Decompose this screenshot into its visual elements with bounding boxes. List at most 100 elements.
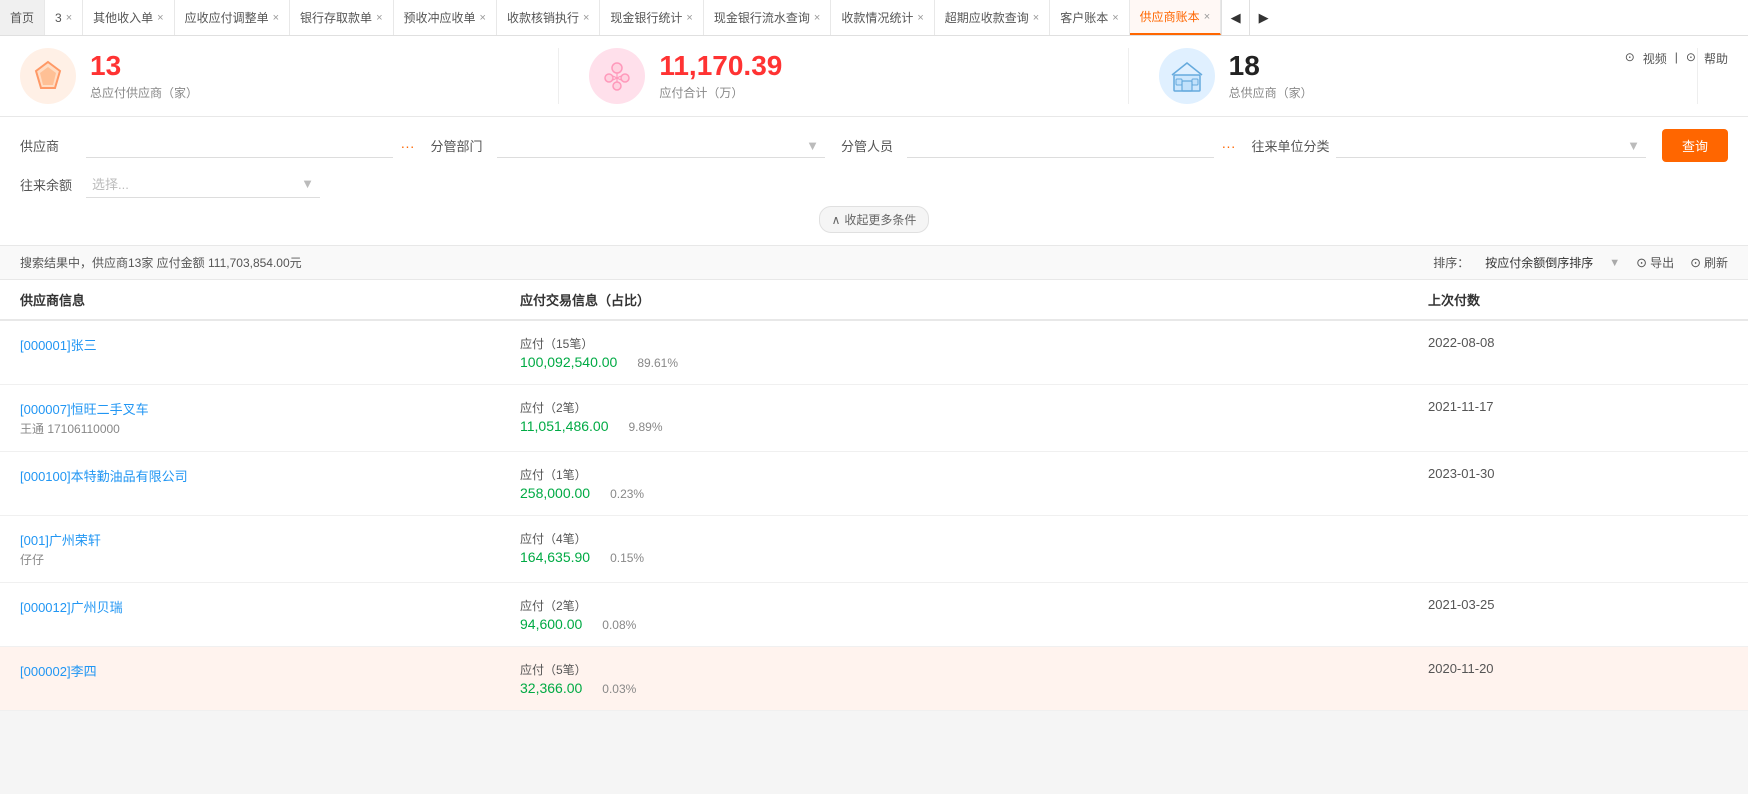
stat-total-suppliers: 18 总供应商（家） <box>1159 48 1698 104</box>
tab-bank-deposit-label: 银行存取款单 <box>300 9 372 26</box>
tab-supplier-account[interactable]: 供应商账本 × <box>1130 0 1221 35</box>
video-link[interactable]: 视频 <box>1643 50 1667 67</box>
top-navigation: 首页 3 × 其他收入单 × 应收应付调整单 × 银行存取款单 × 预收冲应收单… <box>0 0 1748 36</box>
chevron-left-icon: ◀ <box>1231 10 1241 26</box>
tab-adjustment[interactable]: 应收应付调整单 × <box>175 0 290 35</box>
search-button[interactable]: 查询 <box>1662 129 1728 162</box>
export-label: 导出 <box>1650 254 1674 271</box>
close-icon[interactable]: × <box>917 12 923 24</box>
tab-customer-account[interactable]: 客户账本 × <box>1050 0 1129 35</box>
close-icon[interactable]: × <box>273 12 279 24</box>
close-icon[interactable]: × <box>376 12 382 24</box>
person-ellipsis[interactable]: ··· <box>1222 138 1236 154</box>
total-suppliers-number: 18 <box>1229 51 1313 82</box>
tx-label-6: 应付（5笔） <box>520 661 1428 678</box>
tx-amount-2[interactable]: 11,051,486.00 <box>520 418 609 434</box>
close-icon[interactable]: × <box>157 12 163 24</box>
filter-person: 分管人员 ··· <box>841 134 1236 158</box>
close-icon[interactable]: × <box>814 12 820 24</box>
tab-other-income[interactable]: 其他收入单 × <box>83 0 174 35</box>
tx-amount-6[interactable]: 32,366.00 <box>520 680 582 696</box>
balance-select[interactable]: 选择... ▼ <box>86 170 320 198</box>
tx-percent-4: 0.15% <box>610 551 644 565</box>
supplier-name-2[interactable]: [000007]恒旺二手叉车 <box>20 402 149 417</box>
tab-cash-flow[interactable]: 现金银行流水查询 × <box>704 0 831 35</box>
transaction-info-5: 应付（2笔） 94,600.00 0.08% <box>520 597 1428 632</box>
table-row[interactable]: [000100]本特勤油品有限公司 应付（1笔） 258,000.00 0.23… <box>0 452 1748 516</box>
transaction-info-2: 应付（2笔） 11,051,486.00 9.89% <box>520 399 1428 434</box>
department-select[interactable]: ▼ <box>497 134 826 158</box>
tab-collection-stats[interactable]: 收款情况统计 × <box>831 0 934 35</box>
close-icon[interactable]: × <box>583 12 589 24</box>
tab-overdue-query[interactable]: 超期应收款查询 × <box>935 0 1050 35</box>
tab-bank-deposit[interactable]: 银行存取款单 × <box>290 0 393 35</box>
table-row[interactable]: [000001]张三 应付（15笔） 100,092,540.00 89.61%… <box>0 321 1748 385</box>
table-row[interactable]: [001]广州荣轩 仔仔 应付（4笔） 164,635.90 0.15% <box>0 516 1748 583</box>
supplier-info-5: [000012]广州贝瑞 <box>20 597 520 616</box>
filter-area: 供应商 ··· 分管部门 ▼ 分管人员 ··· 往来单位分类 ▼ 查询 <box>0 117 1748 246</box>
result-actions: 排序： 按应付余额倒序排序 ▼ ⊙ 导出 ⊙ 刷新 <box>1433 254 1728 271</box>
grain-icon <box>589 48 645 104</box>
close-icon[interactable]: × <box>686 12 692 24</box>
person-input[interactable] <box>907 134 1214 158</box>
tx-percent-6: 0.03% <box>602 682 636 696</box>
filter-row-1: 供应商 ··· 分管部门 ▼ 分管人员 ··· 往来单位分类 ▼ 查询 <box>20 129 1728 162</box>
help-link[interactable]: 帮助 <box>1704 50 1728 67</box>
sort-value[interactable]: 按应付余额倒序排序 <box>1485 254 1593 271</box>
tx-amount-4[interactable]: 164,635.90 <box>520 549 590 565</box>
tab-cash-bank-stats[interactable]: 现金银行统计 × <box>600 0 703 35</box>
close-icon[interactable]: × <box>1204 11 1210 23</box>
table-row[interactable]: [000002]李四 应付（5笔） 32,366.00 0.03% 2020-1… <box>0 647 1748 711</box>
stat-payable-suppliers: 13 总应付供应商（家） <box>20 48 559 104</box>
refresh-button[interactable]: ⊙ 刷新 <box>1690 254 1728 271</box>
tab-3[interactable]: 3 × <box>45 0 83 35</box>
tab-other-income-label: 其他收入单 <box>93 9 153 26</box>
tab-cash-flow-label: 现金银行流水查询 <box>714 9 810 26</box>
tx-label-3: 应付（1笔） <box>520 466 1428 483</box>
supplier-ellipsis[interactable]: ··· <box>401 138 415 154</box>
transaction-info-4: 应付（4笔） 164,635.90 0.15% <box>520 530 1428 565</box>
nav-prev-arrow[interactable]: ◀ <box>1221 0 1249 35</box>
supplier-name-4[interactable]: [001]广州荣轩 <box>20 533 101 548</box>
tx-amount-1[interactable]: 100,092,540.00 <box>520 354 617 370</box>
total-suppliers-label: 总供应商（家） <box>1229 84 1313 101</box>
separator: | <box>1675 50 1678 67</box>
balance-label: 往来余额 <box>20 175 80 194</box>
tx-amount-5[interactable]: 94,600.00 <box>520 616 582 632</box>
close-icon[interactable]: × <box>66 12 72 24</box>
export-button[interactable]: ⊙ 导出 <box>1636 254 1674 271</box>
tab-collection-exec[interactable]: 收款核销执行 × <box>497 0 600 35</box>
stat-payable-total: 11,170.39 应付合计（万） <box>589 48 1128 104</box>
supplier-input[interactable] <box>86 134 393 158</box>
tab-prepaid[interactable]: 预收冲应收单 × <box>394 0 497 35</box>
supplier-name-5[interactable]: [000012]广州贝瑞 <box>20 600 123 615</box>
close-icon[interactable]: × <box>480 12 486 24</box>
filter-row-2: 往来余额 选择... ▼ <box>20 170 1728 198</box>
refresh-icon: ⊙ <box>1690 255 1701 271</box>
nav-next-arrow[interactable]: ▶ <box>1249 0 1277 35</box>
category-select[interactable]: ▼ <box>1336 134 1646 158</box>
shop-icon <box>1159 48 1215 104</box>
tab-collection-exec-label: 收款核销执行 <box>507 9 579 26</box>
supplier-table: 供应商信息 应付交易信息（占比） 上次付数 [000001]张三 应付（15笔）… <box>0 280 1748 711</box>
tx-label-4: 应付（4笔） <box>520 530 1428 547</box>
collapse-button[interactable]: ∧ 收起更多条件 <box>819 206 930 233</box>
tab-home[interactable]: 首页 <box>0 0 45 35</box>
chevron-down-icon: ▼ <box>806 138 819 153</box>
tx-amount-3[interactable]: 258,000.00 <box>520 485 590 501</box>
close-icon[interactable]: × <box>1033 12 1039 24</box>
close-icon[interactable]: × <box>1112 12 1118 24</box>
tab-collection-stats-label: 收款情况统计 <box>841 9 913 26</box>
supplier-name-3[interactable]: [000100]本特勤油品有限公司 <box>20 469 188 484</box>
tab-overdue-query-label: 超期应收款查询 <box>945 9 1029 26</box>
supplier-name-1[interactable]: [000001]张三 <box>20 338 97 353</box>
tab-home-label: 首页 <box>10 9 34 26</box>
table-row[interactable]: [000012]广州贝瑞 应付（2笔） 94,600.00 0.08% 2021… <box>0 583 1748 647</box>
result-summary: 搜索结果中，供应商13家 应付金额 111,703,854.00元 <box>20 254 302 271</box>
export-icon: ⊙ <box>1636 255 1647 271</box>
last-payment-1: 2022-08-08 <box>1428 335 1728 350</box>
balance-value: 选择... <box>92 174 129 193</box>
table-row[interactable]: [000007]恒旺二手叉车 王通 17106110000 应付（2笔） 11,… <box>0 385 1748 452</box>
supplier-name-6[interactable]: [000002]李四 <box>20 664 97 679</box>
filter-department: 分管部门 ▼ <box>431 134 826 158</box>
